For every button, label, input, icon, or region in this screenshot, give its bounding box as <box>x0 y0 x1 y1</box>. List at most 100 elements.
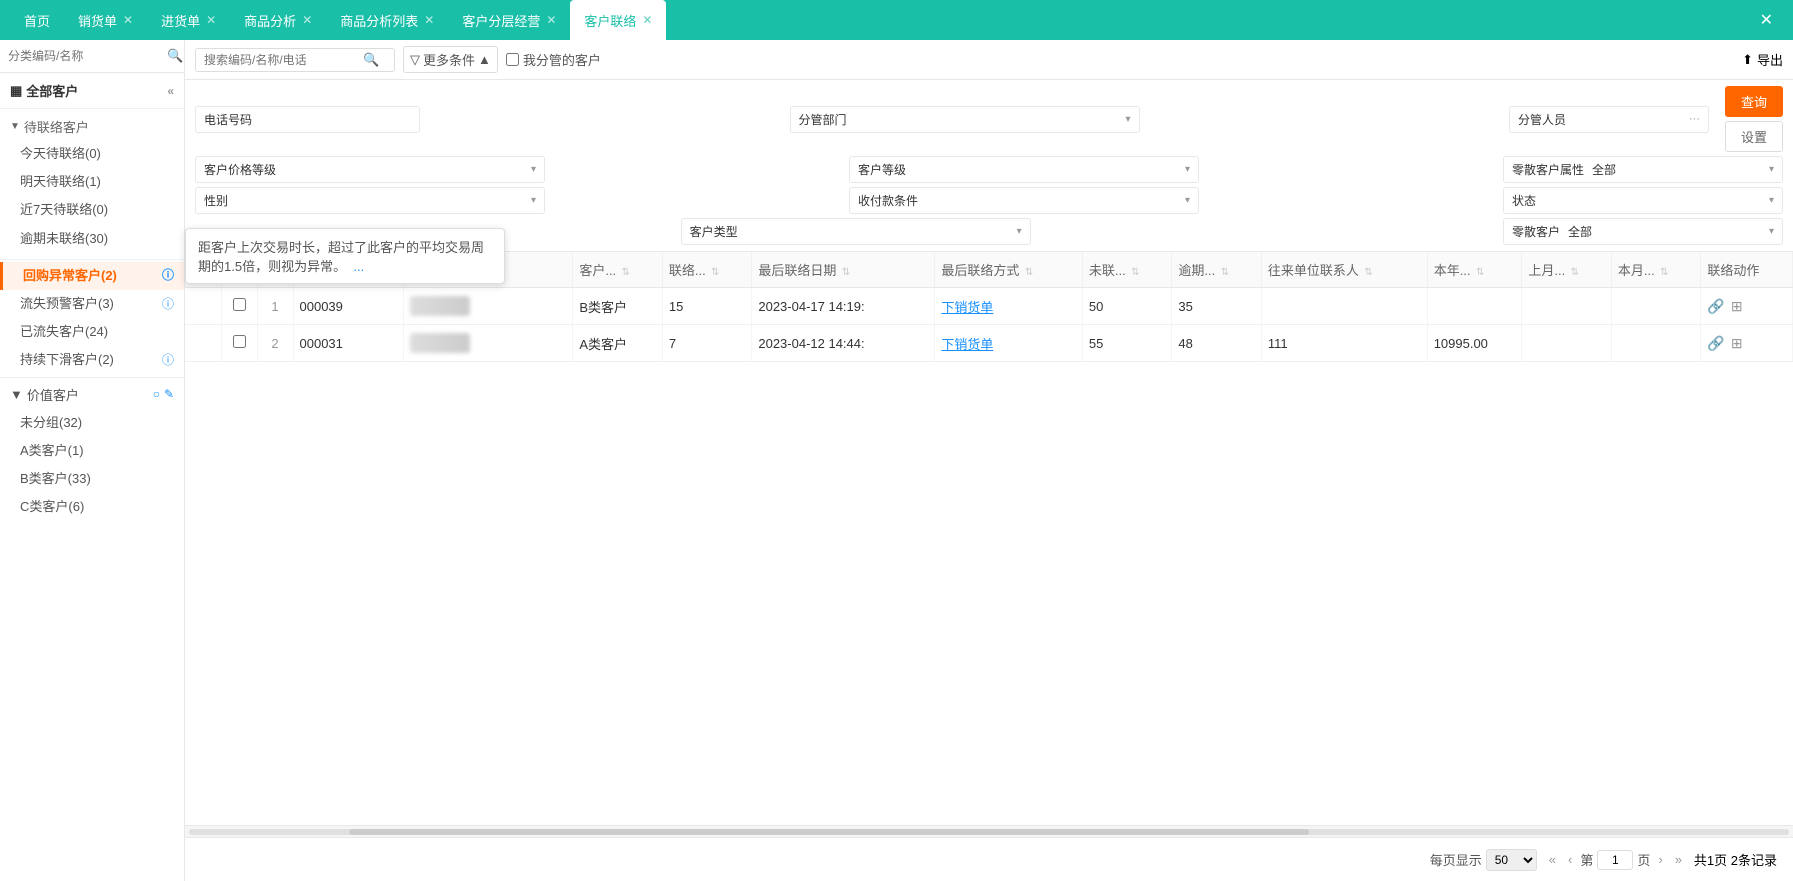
tooltip-more-link[interactable]: ... <box>353 259 364 274</box>
col-last-contact-date[interactable]: 最后联络日期 ⇅ <box>752 252 935 288</box>
row1-checkbox[interactable] <box>233 298 246 311</box>
status-dropdown-icon: ▾ <box>1769 195 1774 206</box>
sidebar-item-tomorrow[interactable]: 明天待联络(1) <box>0 168 184 196</box>
window-close-button[interactable]: ✕ <box>1750 10 1783 30</box>
query-button[interactable]: 查询 <box>1725 86 1783 117</box>
filter-search-icon[interactable]: 🔍 <box>363 52 379 68</box>
sidebar-item-churned[interactable]: 已流失客户(24) <box>0 318 184 346</box>
filter-customer-type-field[interactable]: 客户类型 ▾ <box>681 218 1031 245</box>
sidebar-item-a-class[interactable]: A类客户(1) <box>0 437 184 465</box>
edit-icon-value[interactable]: ✎ <box>164 387 174 401</box>
sidebar-item-declining[interactable]: 持续下滑客户(2) ⓘ <box>0 346 184 374</box>
col-this-month[interactable]: 本月... ⇅ <box>1611 252 1701 288</box>
waiting-contact-group[interactable]: ▼ 待联络客户 <box>0 113 184 140</box>
value-customer-label: 价值客户 <box>27 385 79 404</box>
next-page-button[interactable]: › <box>1654 850 1666 869</box>
nav-tab-home[interactable]: 首页 <box>10 0 64 40</box>
td-checkbox-1[interactable] <box>221 288 257 325</box>
sidebar-item-overdue[interactable]: 逾期未联络(30) <box>0 225 184 253</box>
filter-manager-field[interactable]: 分管人员 ··· <box>1509 106 1709 133</box>
filter-status-field[interactable]: 状态 ▾ <box>1503 187 1783 214</box>
settings-button[interactable]: 设置 <box>1725 121 1783 152</box>
horizontal-scrollbar[interactable] <box>185 825 1793 837</box>
waiting-contact-section: ▼ 待联络客户 今天待联络(0) 明天待联络(1) 近7天待联络(0) 逾期未联… <box>0 109 184 257</box>
sidebar-search-input[interactable] <box>8 49 163 63</box>
per-page-select[interactable]: 50 100 200 <box>1486 849 1537 871</box>
settings-icon-value[interactable]: ○ <box>153 387 160 401</box>
nav-tab-sales-close[interactable]: ✕ <box>123 13 133 27</box>
col-contact[interactable]: 联络... ⇅ <box>662 252 752 288</box>
my-customers-checkbox-label[interactable]: 我分管的客户 <box>506 50 601 69</box>
nav-tab-customer-layer-close[interactable]: ✕ <box>546 13 556 27</box>
filter-zero-attr-field[interactable]: 零散客户属性 全部 ▾ <box>1503 156 1783 183</box>
filter-payment-field[interactable]: 收付款条件 ▾ <box>849 187 1199 214</box>
prev-page-button[interactable]: ‹ <box>1564 850 1576 869</box>
sidebar-item-today[interactable]: 今天待联络(0) <box>0 140 184 168</box>
value-customer-group[interactable]: ▼ 价值客户 ○ ✎ <box>0 380 184 409</box>
filter-phone-input[interactable] <box>256 112 411 126</box>
filter-phone-field[interactable]: 电话号码 <box>195 106 420 133</box>
sidebar-item-7days[interactable]: 近7天待联络(0) <box>0 196 184 224</box>
td-this-year-2: 10995.00 <box>1427 325 1522 362</box>
sidebar-search-icon[interactable]: 🔍 <box>167 48 183 64</box>
export-button[interactable]: ⬆ 导出 <box>1742 50 1783 69</box>
col-last-month[interactable]: 上月... ⇅ <box>1522 252 1612 288</box>
filter-dept-field[interactable]: 分管部门 ▾ <box>790 106 1140 133</box>
col-customer-type[interactable]: 客户... ⇅ <box>573 252 663 288</box>
nav-tab-analysis-close[interactable]: ✕ <box>302 13 312 27</box>
nav-tab-analysis[interactable]: 商品分析 ✕ <box>230 0 326 40</box>
nav-tab-customer-contact[interactable]: 客户联络 ✕ <box>570 0 666 40</box>
col-company-contacts[interactable]: 往来单位联系人 ⇅ <box>1261 252 1427 288</box>
info-icon-declining[interactable]: ⓘ <box>162 352 174 369</box>
row2-checkbox[interactable] <box>233 335 246 348</box>
sidebar-item-ungroup[interactable]: 未分组(32) <box>0 409 184 437</box>
nav-tab-customer-contact-close[interactable]: ✕ <box>642 13 652 27</box>
nav-tab-analysis-list[interactable]: 商品分析列表 ✕ <box>326 0 448 40</box>
td-method-1[interactable]: 下销货单 <box>935 288 1082 325</box>
nav-tab-purchase-close[interactable]: ✕ <box>206 13 216 27</box>
filter-row-1: 电话号码 分管部门 ▾ 分管人员 ··· 查询 设置 <box>195 86 1783 152</box>
td-last-month-2 <box>1522 325 1612 362</box>
td-method-2[interactable]: 下销货单 <box>935 325 1082 362</box>
contact-icon-1[interactable]: 🔗 <box>1707 298 1724 315</box>
col-this-year[interactable]: 本年... ⇅ <box>1427 252 1522 288</box>
td-checkbox-2[interactable] <box>221 325 257 362</box>
filter-customer-level-field[interactable]: 客户等级 ▾ <box>849 156 1199 183</box>
filter-zero-customer-field[interactable]: 零散客户 全部 ▾ <box>1503 218 1783 245</box>
filter-search-input[interactable] <box>204 53 359 67</box>
nav-tab-customer-layer[interactable]: 客户分层经营 ✕ <box>448 0 570 40</box>
sidebar-item-churn-warning[interactable]: 流失预警客户(3) ⓘ <box>0 290 184 318</box>
dept-dropdown-icon: ▾ <box>1125 114 1130 125</box>
col-last-contact-method[interactable]: 最后联络方式 ⇅ <box>935 252 1082 288</box>
info-icon-repurchase[interactable]: ⓘ <box>162 267 174 284</box>
sidebar-item-repurchase-abnormal[interactable]: 回购异常客户(2) ⓘ <box>0 262 184 290</box>
tooltip-repurchase: 距客户上次交易时长，超过了此客户的平均交易周期的1.5倍，则视为异常。 ... <box>185 228 505 284</box>
col-uncontacted[interactable]: 未联... ⇅ <box>1082 252 1172 288</box>
info-icon-churn[interactable]: ⓘ <box>162 296 174 313</box>
td-overdue-1: 35 <box>1172 288 1262 325</box>
first-page-button[interactable]: « <box>1545 850 1560 869</box>
filter-price-level-field[interactable]: 客户价格等级 ▾ <box>195 156 545 183</box>
manager-more-icon[interactable]: ··· <box>1689 113 1700 125</box>
sidebar-item-c-class[interactable]: C类客户(6) <box>0 493 184 521</box>
col-overdue[interactable]: 逾期... ⇅ <box>1172 252 1262 288</box>
all-customers-label: 全部客户 <box>26 81 78 100</box>
page-input[interactable] <box>1597 850 1633 870</box>
nav-tab-analysis-list-label: 商品分析列表 <box>340 11 418 30</box>
my-customers-checkbox[interactable] <box>506 53 519 66</box>
nav-tab-purchase[interactable]: 进货单 ✕ <box>147 0 230 40</box>
scroll-thumb[interactable] <box>349 829 1309 835</box>
last-page-button[interactable]: » <box>1671 850 1686 869</box>
sidebar-item-b-class[interactable]: B类客户(33) <box>0 465 184 493</box>
nav-tab-sales[interactable]: 销货单 ✕ <box>64 0 147 40</box>
td-code-2: 000031 <box>293 325 404 362</box>
menu-icon-1[interactable]: ⊞ <box>1731 298 1743 315</box>
nav-tab-analysis-list-close[interactable]: ✕ <box>424 13 434 27</box>
filter-gender-field[interactable]: 性别 ▾ <box>195 187 545 214</box>
menu-icon-2[interactable]: ⊞ <box>1731 335 1743 352</box>
td-settings-2 <box>185 325 221 362</box>
more-conditions-button[interactable]: ▽ 更多条件 ▲ <box>403 46 498 73</box>
td-uncontacted-1: 50 <box>1082 288 1172 325</box>
contact-icon-2[interactable]: 🔗 <box>1707 335 1724 352</box>
sidebar-collapse-button[interactable]: « <box>167 84 174 98</box>
